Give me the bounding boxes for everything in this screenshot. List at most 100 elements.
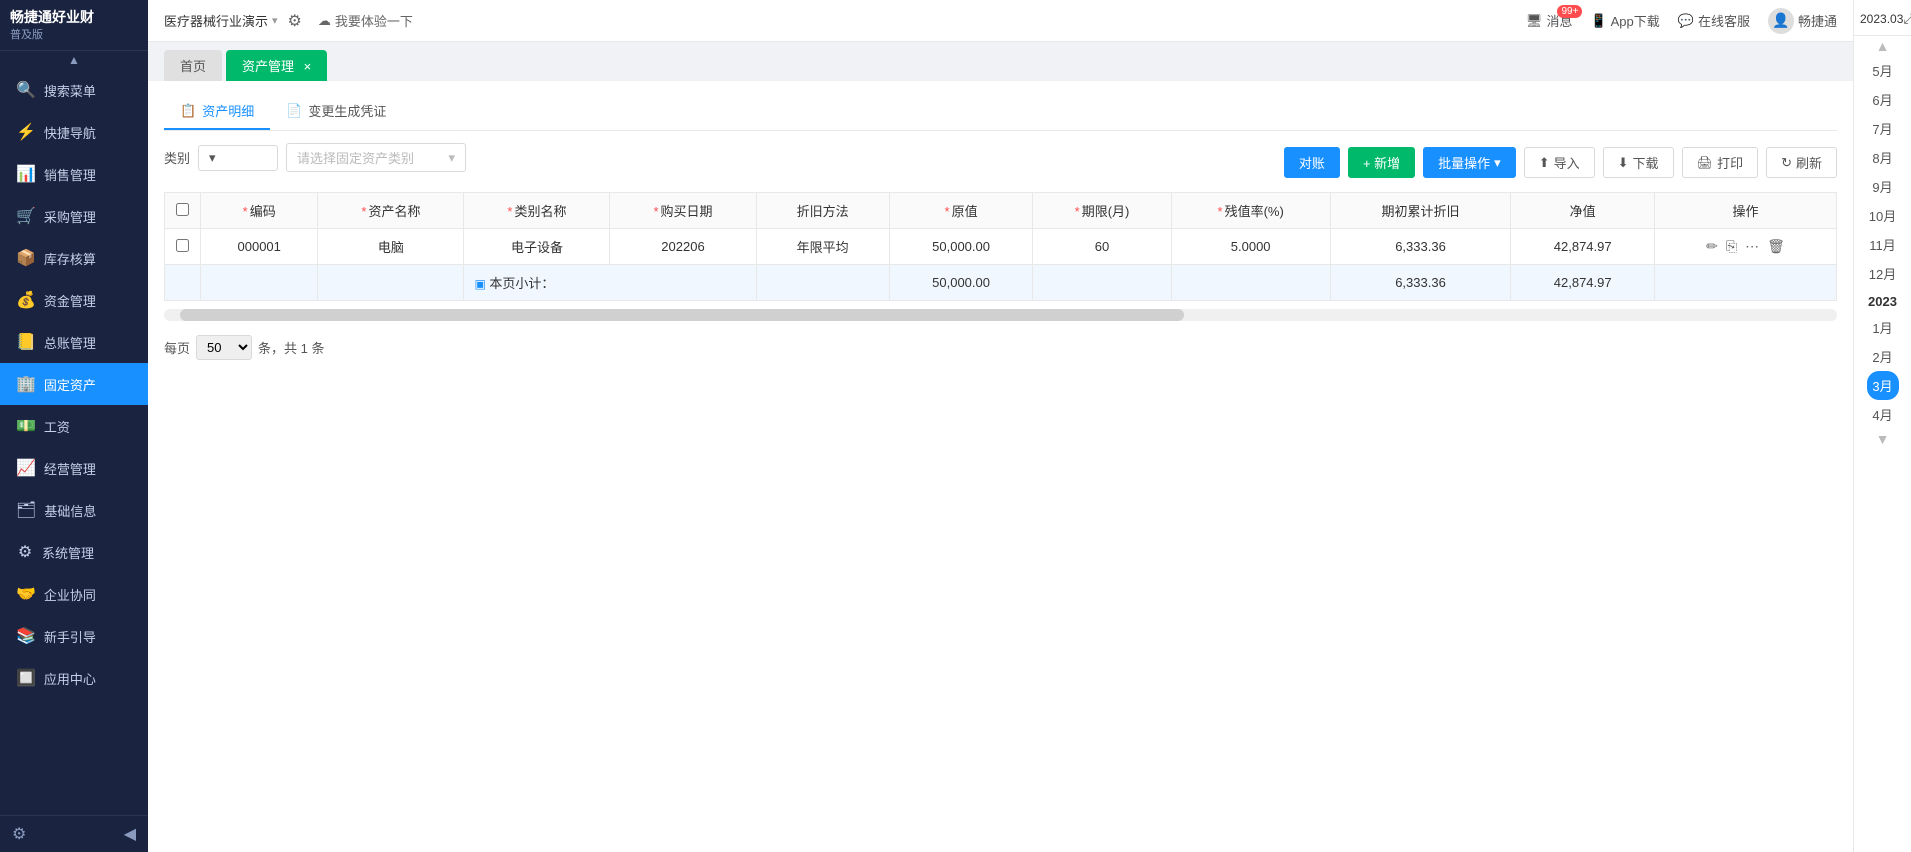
nav-icon-inventory: 📦 — [16, 248, 36, 268]
sidebar-item-purchase[interactable]: 🛒 采购管理 — [0, 195, 148, 237]
batch-ops-button[interactable]: 批量操作 ▾ — [1423, 147, 1516, 178]
online-service-button[interactable]: 💬 在线客服 — [1678, 11, 1750, 30]
col-category: *类别名称 — [464, 193, 610, 229]
sidebar-scroll-up[interactable]: ▲ — [0, 51, 148, 69]
app-download-button[interactable]: 📱 App下载 — [1590, 11, 1659, 30]
delete-icon[interactable]: 🗑 — [1767, 238, 1785, 255]
cell-category: 电子设备 — [464, 229, 610, 265]
col-period-months: *期限(月) — [1033, 193, 1171, 229]
nav-label-payroll: 工资 — [44, 417, 70, 436]
month-list: 5月6月7月8月9月10月11月12月20231月2月3月4月 — [1854, 56, 1911, 429]
user-menu[interactable]: 👤 畅捷通 — [1768, 8, 1837, 34]
sidebar-item-payroll[interactable]: 💵工资 — [0, 405, 148, 447]
per-page-label: 每页 — [164, 338, 190, 357]
right-panel-expand-icon[interactable]: ⤢ — [1903, 10, 1911, 27]
asset-table: *编码 *资产名称 *类别名称 *购买日期 折旧方法 *原值 *期限(月) *残… — [164, 192, 1837, 301]
sidebar-item-tutorial[interactable]: 📚新手引导 — [0, 615, 148, 657]
col-name: *资产名称 — [318, 193, 464, 229]
nav-label-inventory: 库存核算 — [44, 249, 96, 268]
month-item-9月[interactable]: 9月 — [1854, 172, 1911, 201]
sidebar-item-enterprise[interactable]: 🤝企业协同 — [0, 573, 148, 615]
cell-original-value: 50,000.00 — [889, 229, 1033, 265]
reconcile-button[interactable]: 对账 — [1284, 147, 1340, 178]
user-avatar: 👤 — [1768, 8, 1794, 34]
month-item-10月[interactable]: 10月 — [1854, 201, 1911, 230]
col-initial-depreciation: 期初累计折旧 — [1330, 193, 1511, 229]
print-icon: 🖨 — [1697, 155, 1714, 171]
sub-tab-change-voucher[interactable]: 📄 变更生成凭证 — [270, 93, 402, 130]
total-label: 条，共 1 条 — [258, 338, 324, 357]
right-panel-icons: ⤢ ✕ — [1903, 10, 1911, 27]
main-area: 医疗器械行业演示 ▾ ⚙ ☁ 我要体验一下 🖥 消息 99+ 📱 App下载 💬… — [148, 0, 1853, 852]
sidebar-item-basic-info[interactable]: 🗂基础信息 — [0, 489, 148, 531]
copy-icon[interactable]: ⎘ — [1726, 238, 1737, 255]
refresh-icon: ↻ — [1781, 155, 1792, 171]
nav-label-ledger: 总账管理 — [44, 333, 96, 352]
sidebar-item-sales[interactable]: 📊销售管理 — [0, 153, 148, 195]
month-item-11月[interactable]: 11月 — [1854, 230, 1911, 259]
message-badge: 99+ — [1557, 5, 1582, 18]
select-all-checkbox[interactable] — [176, 203, 189, 216]
company-name: 医疗器械行业演示 — [164, 11, 268, 30]
cell-initial-depreciation: 6,333.36 — [1330, 229, 1511, 265]
right-panel-header: 2023.03 ⤢ ✕ — [1854, 10, 1911, 36]
cloud-icon: ☁ — [318, 13, 331, 29]
subtotal-net-value: 42,874.97 — [1511, 265, 1655, 301]
month-item-4月[interactable]: 4月 — [1854, 400, 1911, 429]
right-panel-scroll-down-icon[interactable]: ▼ — [1876, 431, 1890, 447]
refresh-button[interactable]: ↻ 刷新 — [1766, 147, 1837, 178]
tab-asset-management[interactable]: 资产管理 × — [226, 50, 327, 81]
sidebar-item-ledger[interactable]: 📒总账管理 — [0, 321, 148, 363]
nav-icon-operations: 📈 — [16, 458, 36, 478]
sidebar-item-system[interactable]: ⚙系统管理 — [0, 531, 148, 573]
month-item-1月[interactable]: 1月 — [1854, 313, 1911, 342]
import-button[interactable]: ⬆ 导入 — [1524, 147, 1595, 178]
tab-close-icon[interactable]: × — [304, 59, 312, 74]
col-purchase-date: *购买日期 — [610, 193, 756, 229]
sidebar-item-operations[interactable]: 📈经营管理 — [0, 447, 148, 489]
row-checkbox[interactable] — [176, 239, 189, 252]
sidebar-bottom: ⚙ ◀ — [0, 815, 148, 852]
sub-tab-asset-detail[interactable]: 📋 资产明细 — [164, 93, 270, 130]
col-action: 操作 — [1655, 193, 1837, 229]
experience-button[interactable]: ☁ 我要体验一下 — [318, 11, 413, 30]
sidebar-item-quick-nav[interactable]: ⚡快捷导航 — [0, 111, 148, 153]
sidebar-item-fixed-assets[interactable]: 🏢固定资产 — [0, 363, 148, 405]
sidebar-collapse-icon[interactable]: ◀ — [124, 824, 136, 844]
sidebar-item-inventory[interactable]: 📦 库存核算 — [0, 237, 148, 279]
right-panel-scroll-up-icon[interactable]: ▲ — [1876, 38, 1890, 54]
filter-row: 类别 ▾ 请选择固定资产类别 ▾ — [164, 143, 466, 172]
import-icon: ⬆ — [1539, 155, 1550, 171]
sidebar-item-search[interactable]: 🔍搜索菜单 — [0, 69, 148, 111]
edit-icon[interactable]: ✏ — [1706, 238, 1718, 255]
per-page-select[interactable]: 50 10 20 100 — [196, 335, 252, 360]
filter-input-chevron-icon: ▾ — [448, 150, 455, 166]
table-row: 000001 电脑 电子设备 202206 年限平均 50,000.00 60 … — [165, 229, 1837, 265]
nav-icon-fixed-assets: 🏢 — [16, 374, 36, 394]
topbar-settings-icon[interactable]: ⚙ — [288, 11, 302, 31]
sub-tabs: 📋 资产明细 📄 变更生成凭证 — [164, 93, 1837, 131]
new-button[interactable]: + 新增 — [1348, 147, 1415, 178]
month-item-6月[interactable]: 6月 — [1854, 85, 1911, 114]
month-item-8月[interactable]: 8月 — [1854, 143, 1911, 172]
sidebar-settings-icon[interactable]: ⚙ — [12, 824, 26, 844]
nav-label-purchase: 采购管理 — [44, 207, 96, 226]
month-item-5月[interactable]: 5月 — [1854, 56, 1911, 85]
nav-icon-purchase: 🛒 — [16, 206, 36, 226]
download-button[interactable]: ⬇ 下载 — [1603, 147, 1674, 178]
month-item-3月[interactable]: 3月 — [1867, 371, 1899, 400]
message-button[interactable]: 🖥 消息 99+ — [1526, 11, 1573, 30]
category-input[interactable]: 请选择固定资产类别 ▾ — [286, 143, 466, 172]
month-item-12月[interactable]: 12月 — [1854, 259, 1911, 288]
month-item-7月[interactable]: 7月 — [1854, 114, 1911, 143]
tab-home[interactable]: 首页 — [164, 50, 222, 81]
filter-placeholder: 请选择固定资产类别 — [297, 148, 414, 167]
month-item-2月[interactable]: 2月 — [1854, 342, 1911, 371]
company-selector[interactable]: 医疗器械行业演示 ▾ — [164, 11, 278, 30]
sidebar-item-app-center[interactable]: 🔲应用中心 — [0, 657, 148, 699]
sidebar-item-funds[interactable]: 💰资金管理 — [0, 279, 148, 321]
change-voucher-icon: 📄 — [286, 103, 302, 119]
print-button[interactable]: 🖨 打印 — [1682, 147, 1759, 178]
category-filter[interactable]: ▾ — [198, 145, 278, 171]
more-icon[interactable]: ⋯ — [1745, 238, 1759, 255]
